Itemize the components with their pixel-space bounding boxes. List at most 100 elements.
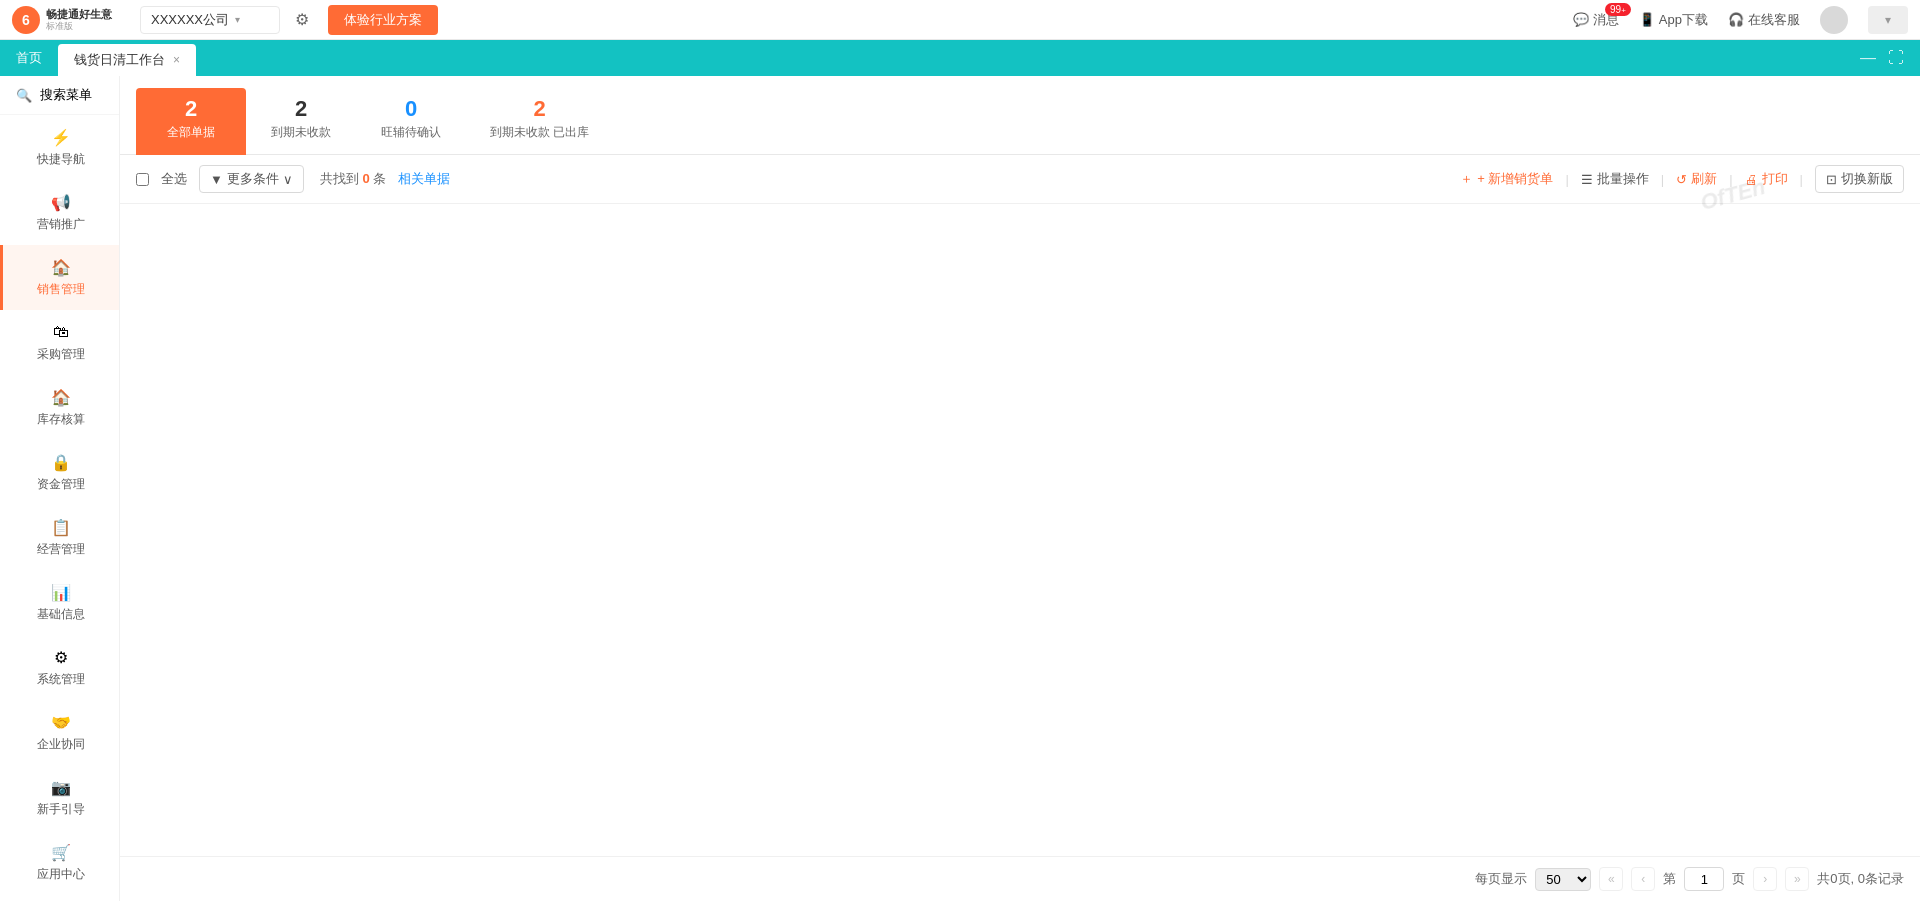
window-maximize-button[interactable]: ⛶ <box>1888 49 1904 67</box>
tab-qianhuoriqing[interactable]: 钱货日清工作台 × <box>58 44 196 76</box>
toolbar-right: ＋ + 新增销货单 | ☰ 批量操作 | ↺ 刷新 | 🖨 打印 | <box>1460 165 1904 193</box>
switch-label: 切换新版 <box>1841 170 1893 188</box>
sidebar-item-operation[interactable]: 📋 经营管理 <box>0 505 119 570</box>
inventory-icon: 🏠 <box>51 387 71 407</box>
sidebar-item-marketing[interactable]: 📢 营销推广 <box>0 180 119 245</box>
sidebar-item-purchase[interactable]: 🛍 采购管理 <box>0 310 119 375</box>
batch-operation-button[interactable]: ☰ 批量操作 <box>1581 170 1649 188</box>
sidebar-item-label: 资金管理 <box>37 476 85 493</box>
sidebar-search-item[interactable]: 🔍 搜索菜单 <box>0 76 119 115</box>
first-page-button[interactable]: « <box>1599 867 1623 891</box>
window-minimize-button[interactable]: — <box>1860 49 1876 67</box>
sidebar-item-label: 销售管理 <box>37 281 85 298</box>
nav-tab-actions: — ⛶ <box>1860 49 1920 67</box>
sidebar-item-enterprise[interactable]: 🤝 企业协同 <box>0 700 119 765</box>
found-link[interactable]: 相关单据 <box>398 170 450 188</box>
nav-tabs-bar: 首页 钱货日清工作台 × — ⛶ <box>0 40 1920 76</box>
divider: | <box>1729 172 1732 187</box>
quick-nav-icon: ⚡ <box>51 127 71 147</box>
company-selector[interactable]: XXXXXX公司 ▾ <box>140 6 280 34</box>
purchase-icon: 🛍 <box>51 322 71 342</box>
divider: | <box>1661 172 1664 187</box>
sidebar-item-label: 新手引导 <box>37 801 85 818</box>
page-size-select[interactable]: 50 20 100 <box>1535 868 1591 891</box>
user-name-area[interactable]: ▾ <box>1868 6 1908 34</box>
enterprise-icon: 🤝 <box>51 712 71 732</box>
print-label: 打印 <box>1762 170 1788 188</box>
add-sales-order-button[interactable]: ＋ + 新增销货单 <box>1460 170 1553 188</box>
main-layout: 🔍 搜索菜单 ⚡ 快捷导航 📢 营销推广 🏠 销售管理 🛍 采购管理 🏠 库存核… <box>0 76 1920 901</box>
avatar[interactable] <box>1820 6 1848 34</box>
experience-industry-button[interactable]: 体验行业方案 <box>328 5 438 35</box>
toolbar: 全选 ▼ 更多条件 ∨ 共找到 0 条 相关单据 ＋ + 新增销货单 | ☰ <box>120 155 1920 204</box>
select-all-label: 全选 <box>161 170 187 188</box>
found-unit: 条 <box>373 171 386 186</box>
pagination: 每页显示 50 20 100 « ‹ 第 页 › » 共0页, 0条记录 <box>120 856 1920 901</box>
divider: | <box>1800 172 1803 187</box>
app-download-label: App下载 <box>1659 11 1708 29</box>
page-number-input[interactable] <box>1684 867 1724 891</box>
online-service-button[interactable]: 🎧 在线客服 <box>1728 11 1800 29</box>
marketing-icon: 📢 <box>51 192 71 212</box>
sidebar-item-system[interactable]: ⚙ 系统管理 <box>0 635 119 700</box>
sidebar-item-finance[interactable]: 🔒 资金管理 <box>0 440 119 505</box>
add-btn-label: + 新增销货单 <box>1477 170 1553 188</box>
stat-tab-wangwang[interactable]: 0 旺辅待确认 <box>356 88 466 154</box>
content-area: 2 全部单据 2 到期未收款 0 旺辅待确认 2 到期未收款 已出库 全选 ▼ … <box>120 76 1920 901</box>
total-info: 共0页, 0条记录 <box>1817 870 1904 888</box>
sidebar-item-label: 营销推广 <box>37 216 85 233</box>
sidebar-item-label: 经营管理 <box>37 541 85 558</box>
chevron-down-icon: ▾ <box>235 14 240 25</box>
sidebar-item-label: 快捷导航 <box>37 151 85 168</box>
sidebar-item-label: 库存核算 <box>37 411 85 428</box>
search-icon: 🔍 <box>16 88 32 103</box>
stat-label-due: 到期未收款 <box>271 124 331 141</box>
table-area <box>120 204 1920 856</box>
last-page-button[interactable]: » <box>1785 867 1809 891</box>
add-icon: ＋ <box>1460 170 1473 188</box>
logo-area: 6 畅捷通好生意 标准版 <box>12 6 132 34</box>
sidebar-item-label: 企业协同 <box>37 736 85 753</box>
sidebar-item-wechat[interactable]: 💬 企业微信 <box>0 895 119 901</box>
logo-sub-text: 标准版 <box>46 21 112 32</box>
sidebar-item-basic[interactable]: 📊 基础信息 <box>0 570 119 635</box>
found-text: 共找到 0 条 <box>320 170 386 188</box>
finance-icon: 🔒 <box>51 452 71 472</box>
sidebar-item-guide[interactable]: 📷 新手引导 <box>0 765 119 830</box>
more-filter-button[interactable]: ▼ 更多条件 ∨ <box>199 165 304 193</box>
operation-icon: 📋 <box>51 517 71 537</box>
next-page-button[interactable]: › <box>1753 867 1777 891</box>
prev-page-button[interactable]: ‹ <box>1631 867 1655 891</box>
sidebar-item-app-center[interactable]: 🛒 应用中心 <box>0 830 119 895</box>
app-logo-icon: 6 <box>12 6 40 34</box>
message-button[interactable]: 💬 消息 99 <box>1573 11 1619 29</box>
print-button[interactable]: 🖨 打印 <box>1745 170 1788 188</box>
sidebar-search-label: 搜索菜单 <box>40 86 92 104</box>
tab-home[interactable]: 首页 <box>0 40 58 76</box>
tab-home-label: 首页 <box>16 49 42 67</box>
tab-close-button[interactable]: × <box>173 53 180 67</box>
select-all-checkbox[interactable] <box>136 173 149 186</box>
stats-tabs: 2 全部单据 2 到期未收款 0 旺辅待确认 2 到期未收款 已出库 <box>120 76 1920 155</box>
sidebar-item-inventory[interactable]: 🏠 库存核算 <box>0 375 119 440</box>
page-size-label: 每页显示 <box>1475 870 1527 888</box>
logo-main-text: 畅捷通好生意 <box>46 8 112 21</box>
logo-text: 畅捷通好生意 标准版 <box>46 8 112 32</box>
stat-tab-due-unshipped[interactable]: 2 到期未收款 已出库 <box>466 88 613 154</box>
sidebar-item-quick-nav[interactable]: ⚡ 快捷导航 <box>0 115 119 180</box>
settings-button[interactable]: ⚙ <box>288 6 316 34</box>
company-name: XXXXXX公司 <box>151 11 229 29</box>
refresh-button[interactable]: ↺ 刷新 <box>1676 170 1717 188</box>
switch-new-version-button[interactable]: ⊡ 切换新版 <box>1815 165 1904 193</box>
page-label: 第 <box>1663 870 1676 888</box>
top-header: 6 畅捷通好生意 标准版 XXXXXX公司 ▾ ⚙ 体验行业方案 💬 消息 99… <box>0 0 1920 40</box>
header-right: 💬 消息 99 📱 App下载 🎧 在线客服 ▾ <box>1573 6 1908 34</box>
tab-active-label: 钱货日清工作台 <box>74 51 165 69</box>
stat-tab-all[interactable]: 2 全部单据 <box>136 88 246 155</box>
filter-chevron-icon: ∨ <box>283 172 293 187</box>
basic-icon: 📊 <box>51 582 71 602</box>
app-download-button[interactable]: 📱 App下载 <box>1639 11 1708 29</box>
sidebar-item-sales[interactable]: 🏠 销售管理 <box>0 245 119 310</box>
stat-tab-due-uncollected[interactable]: 2 到期未收款 <box>246 88 356 154</box>
stat-count-due: 2 <box>295 96 307 122</box>
